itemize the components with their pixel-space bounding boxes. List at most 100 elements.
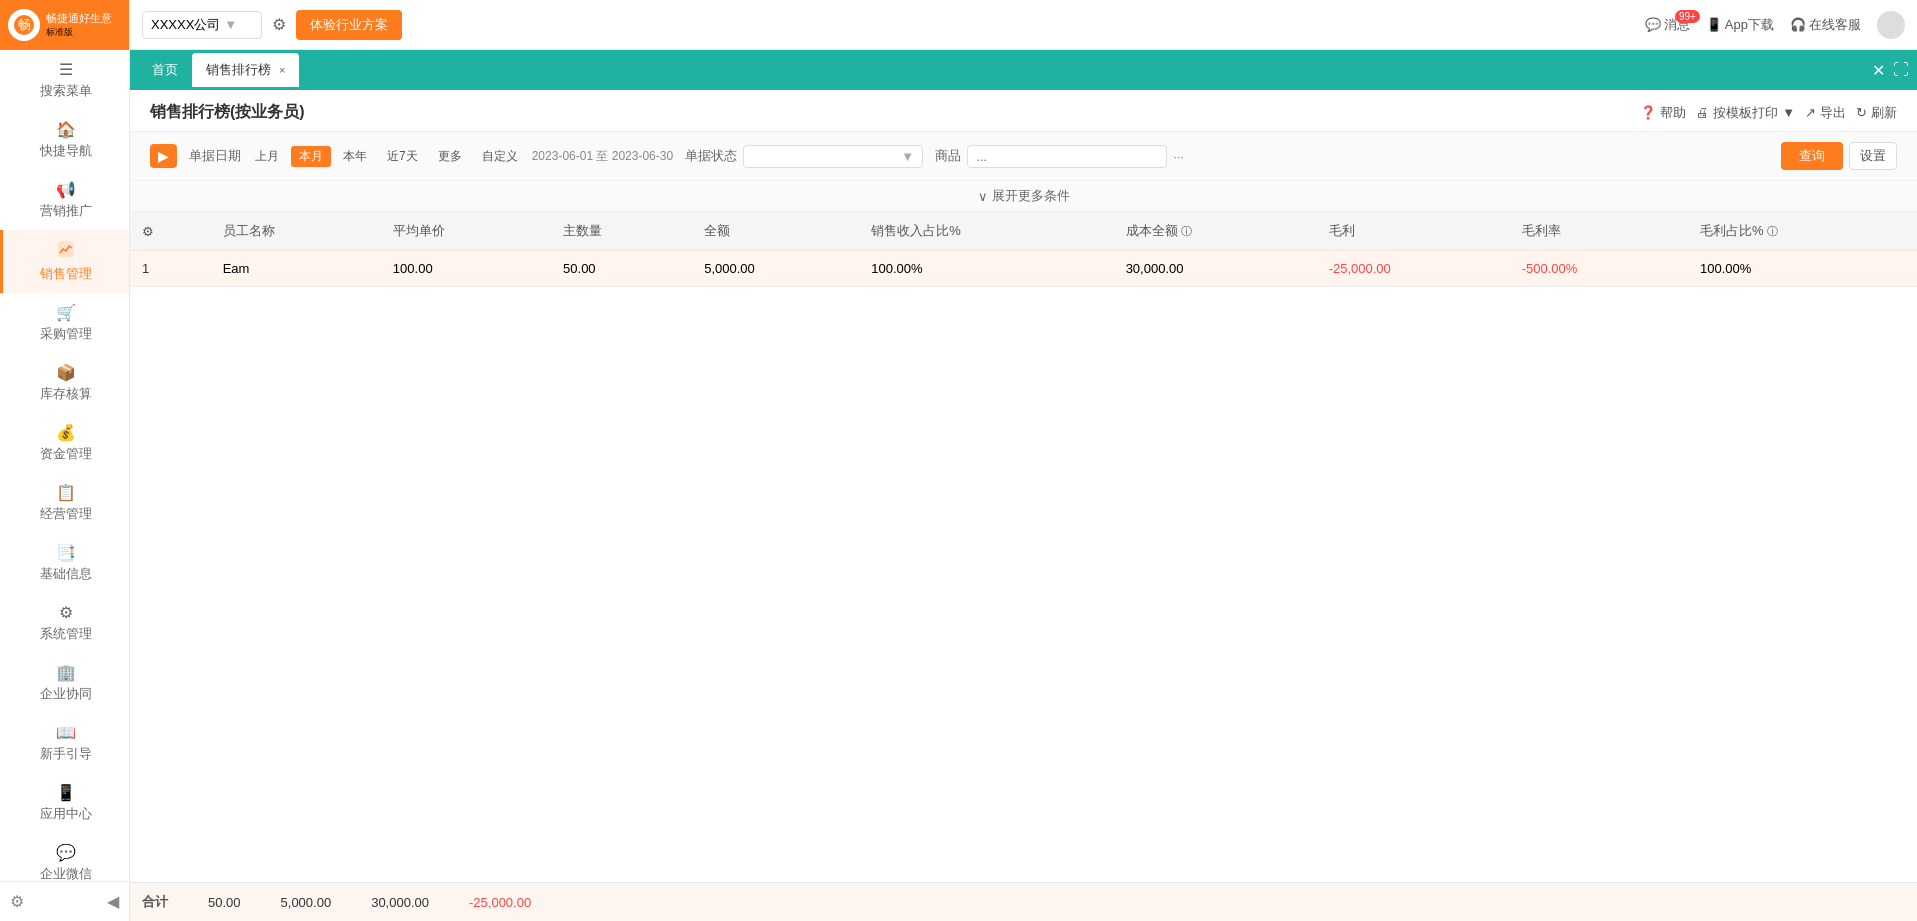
search-menu-icon: ☰ [59, 60, 73, 79]
col-quantity: 主数量 [551, 212, 692, 251]
sales-rank-table: ⚙ 员工名称 平均单价 主数量 全额 销售收入占比% 成本全额 ⓘ 毛利 毛利率… [130, 212, 1917, 287]
row-rank: 1 [130, 251, 211, 287]
settings-button[interactable]: 设置 [1849, 142, 1897, 170]
content-area: 销售排行榜(按业务员) ❓ 帮助 🖨 按模板打印 ▼ ↗ 导出 ↻ 刷新 [130, 90, 1917, 921]
tabbar: 首页 销售排行榜 × ✕ ⛶ [130, 50, 1917, 90]
headset-icon: 🎧 [1790, 17, 1806, 32]
filter-toggle-button[interactable]: ▶ [150, 144, 177, 168]
expand-bar: ∨ 展开更多条件 [130, 181, 1917, 212]
goods-input[interactable] [967, 145, 1167, 168]
tab-close-window-icon[interactable]: ✕ [1872, 61, 1885, 80]
date-filter-group: 单据日期 上月 本月 本年 近7天 更多 自定义 2023-06-01 至 20… [189, 146, 673, 167]
sidebar-item-search[interactable]: ☰ 搜索菜单 [0, 50, 129, 110]
date-tab-this-year[interactable]: 本年 [335, 146, 375, 167]
help-button[interactable]: ❓ 帮助 [1640, 104, 1686, 122]
row-gross-rate: -500.00% [1510, 251, 1688, 287]
date-tabs: 上月 本月 本年 近7天 更多 自定义 [247, 146, 526, 167]
col-avg-price: 平均单价 [381, 212, 551, 251]
sidebar-item-marketing[interactable]: 📢 营销推广 [0, 170, 129, 230]
footer-label: 合计 [142, 893, 168, 911]
goods-filter-group: 商品 ··· [935, 145, 1184, 168]
filter-bar: ▶ 单据日期 上月 本月 本年 近7天 更多 自定义 2023-06-01 至 … [130, 132, 1917, 181]
tab-close-icon[interactable]: × [279, 64, 285, 76]
status-select[interactable]: ▼ [743, 145, 923, 168]
gear-icon[interactable]: ⚙ [272, 15, 286, 34]
system-icon: ⚙ [59, 603, 73, 622]
operations-icon: 📋 [56, 483, 76, 502]
export-button[interactable]: ↗ 导出 [1805, 104, 1846, 122]
row-gross: -25,000.00 [1317, 251, 1510, 287]
tab-expand-icon[interactable]: ⛶ [1893, 61, 1909, 80]
collapse-icon[interactable]: ◀ [107, 892, 119, 911]
help-icon: ❓ [1640, 105, 1656, 120]
col-amount: 全额 [692, 212, 859, 251]
query-button[interactable]: 查询 [1781, 142, 1843, 170]
footer-cost: 30,000.00 [371, 895, 429, 910]
row-amount: 5,000.00 [692, 251, 859, 287]
sidebar-item-wechat[interactable]: 💬 企业微信 [0, 833, 129, 881]
col-settings[interactable]: ⚙ [130, 212, 211, 251]
col-sales-pct: 销售收入占比% [859, 212, 1113, 251]
avatar[interactable] [1877, 11, 1905, 39]
main-area: XXXXX公司 ▼ ⚙ 体验行业方案 💬 消息 99+ 📱 App下载 🎧 在线… [130, 0, 1917, 921]
date-tab-more[interactable]: 更多 [430, 146, 470, 167]
tabbar-right: ✕ ⛶ [1872, 61, 1909, 80]
row-sales-pct: 100.00% [859, 251, 1113, 287]
sidebar-item-basic-info[interactable]: 📑 基础信息 [0, 533, 129, 593]
footer-gross: -25,000.00 [469, 895, 531, 910]
basic-info-icon: 📑 [56, 543, 76, 562]
table-footer: 合计 50.00 5,000.00 30,000.00 -25,000.00 [130, 882, 1917, 921]
sidebar-item-app-center[interactable]: 📱 应用中心 [0, 773, 129, 833]
filter-more-icon[interactable]: ··· [1173, 149, 1184, 164]
inventory-icon: 📦 [56, 363, 76, 382]
refresh-button[interactable]: ↻ 刷新 [1856, 104, 1897, 122]
sidebar-item-enterprise[interactable]: 🏢 企业协同 [0, 653, 129, 713]
print-icon: 🖨 [1696, 105, 1709, 120]
tab-sales-rank[interactable]: 销售排行榜 × [192, 53, 299, 87]
service-button[interactable]: 🎧 在线客服 [1790, 16, 1861, 34]
phone-icon: 📱 [1706, 17, 1722, 32]
gross-pct-info-icon[interactable]: ⓘ [1767, 225, 1778, 237]
settings-icon[interactable]: ⚙ [10, 892, 24, 911]
message-button[interactable]: 💬 消息 99+ [1645, 16, 1690, 34]
row-gross-pct: 100.00% [1688, 251, 1917, 287]
trial-button[interactable]: 体验行业方案 [296, 10, 402, 40]
sidebar-item-system[interactable]: ⚙ 系统管理 [0, 593, 129, 653]
row-cost: 30,000.00 [1114, 251, 1317, 287]
expand-conditions-button[interactable]: ∨ 展开更多条件 [978, 187, 1070, 205]
svg-rect-2 [58, 241, 74, 257]
template-print-button[interactable]: 🖨 按模板打印 ▼ [1696, 104, 1795, 122]
sidebar-item-finance[interactable]: 💰 资金管理 [0, 413, 129, 473]
logo-icon: 畅 [8, 9, 40, 41]
app-download-button[interactable]: 📱 App下载 [1706, 16, 1774, 34]
sidebar-item-quick-nav[interactable]: 🏠 快捷导航 [0, 110, 129, 170]
sidebar-item-purchase[interactable]: 🛒 采购管理 [0, 293, 129, 353]
date-tab-custom[interactable]: 自定义 [474, 146, 526, 167]
date-filter-label: 单据日期 [189, 147, 241, 165]
row-avg-price: 100.00 [381, 251, 551, 287]
sidebar-logo: 畅 畅捷通好生意 标准版 [0, 0, 129, 50]
marketing-icon: 📢 [56, 180, 76, 199]
sidebar-menu: ☰ 搜索菜单 🏠 快捷导航 📢 营销推广 销售管理 🛒 采购管理 📦 [0, 50, 129, 881]
status-chevron-icon: ▼ [901, 149, 914, 164]
date-tab-7days[interactable]: 近7天 [379, 146, 426, 167]
company-name: XXXXX公司 [151, 16, 220, 34]
tab-home[interactable]: 首页 [138, 53, 192, 87]
sales-icon [57, 240, 75, 262]
sidebar-item-operations[interactable]: 📋 经营管理 [0, 473, 129, 533]
sidebar-item-guide[interactable]: 📖 新手引导 [0, 713, 129, 773]
date-tab-last-month[interactable]: 上月 [247, 146, 287, 167]
home-icon: 🏠 [56, 120, 76, 139]
sidebar-item-inventory[interactable]: 📦 库存核算 [0, 353, 129, 413]
company-select[interactable]: XXXXX公司 ▼ [142, 11, 262, 39]
sidebar-bottom: ⚙ ◀ [0, 881, 129, 921]
cost-info-icon[interactable]: ⓘ [1181, 225, 1192, 237]
page-header: 销售排行榜(按业务员) ❓ 帮助 🖨 按模板打印 ▼ ↗ 导出 ↻ 刷新 [130, 90, 1917, 132]
table-row: 1 Eam 100.00 50.00 5,000.00 100.00% 30,0… [130, 251, 1917, 287]
sidebar-item-sales[interactable]: 销售管理 [0, 230, 129, 293]
enterprise-icon: 🏢 [56, 663, 76, 682]
table-body: 1 Eam 100.00 50.00 5,000.00 100.00% 30,0… [130, 251, 1917, 287]
filter-actions: 查询 设置 [1781, 142, 1897, 170]
date-tab-this-month[interactable]: 本月 [291, 146, 331, 167]
row-quantity: 50.00 [551, 251, 692, 287]
